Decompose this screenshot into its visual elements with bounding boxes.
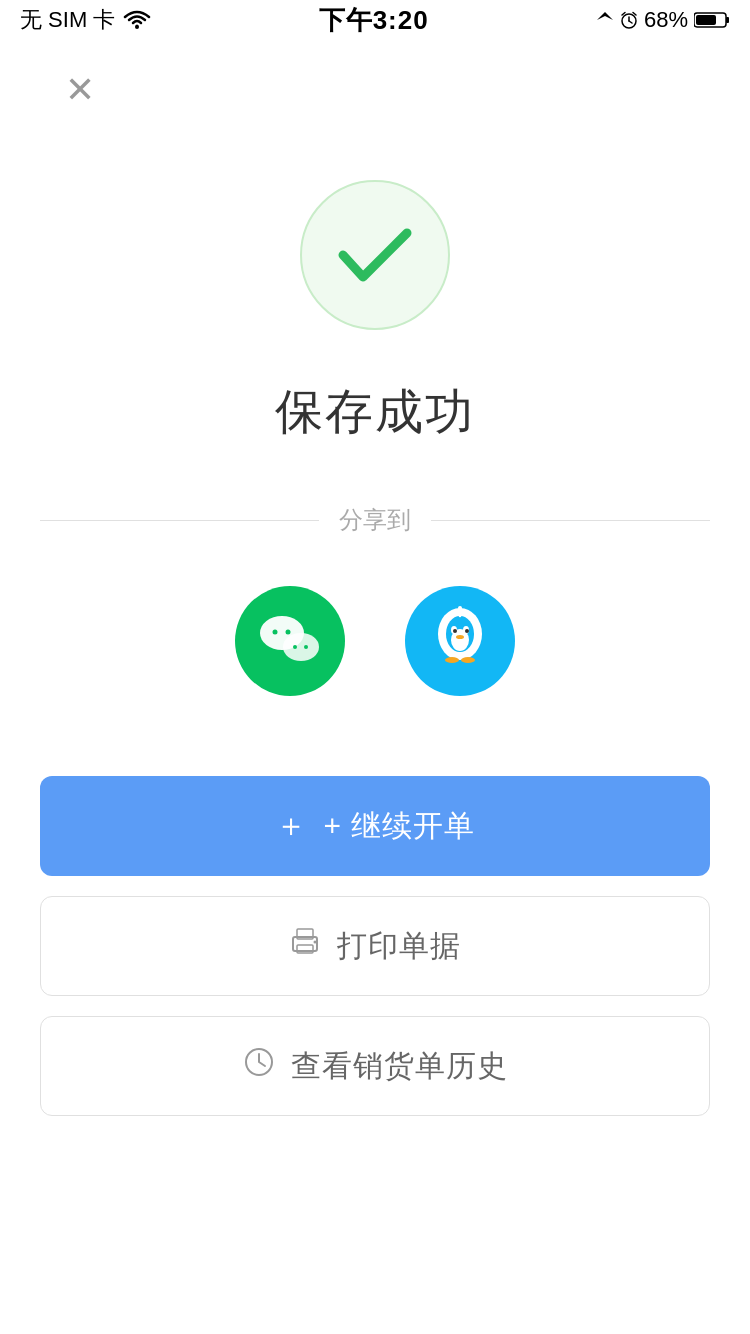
svg-point-20 <box>453 629 457 633</box>
share-label: 分享到 <box>339 504 411 536</box>
svg-line-4 <box>622 13 625 16</box>
svg-line-3 <box>629 21 632 23</box>
svg-point-21 <box>465 629 469 633</box>
svg-rect-7 <box>726 17 729 23</box>
status-right: 68% <box>596 7 730 33</box>
success-icon-container <box>300 180 450 330</box>
print-icon <box>289 927 321 965</box>
svg-point-26 <box>458 606 462 610</box>
divider-line-right <box>431 520 710 521</box>
close-icon: ✕ <box>65 72 95 108</box>
svg-point-14 <box>304 645 308 649</box>
main-content: ✕ 保存成功 分享到 <box>0 40 750 1334</box>
checkmark-icon <box>335 225 415 285</box>
svg-point-0 <box>135 25 139 29</box>
continue-button[interactable]: ＋ + 继续开单 <box>40 776 710 876</box>
battery-icon <box>694 11 730 29</box>
wifi-icon <box>123 10 151 30</box>
history-label: 查看销货单历史 <box>291 1046 508 1087</box>
svg-point-23 <box>445 657 459 663</box>
svg-rect-8 <box>696 15 716 25</box>
close-button[interactable]: ✕ <box>50 60 110 120</box>
share-wechat-button[interactable] <box>235 586 345 696</box>
svg-line-5 <box>633 13 636 16</box>
success-title: 保存成功 <box>275 380 475 444</box>
print-button[interactable]: 打印单据 <box>40 896 710 996</box>
status-left: 无 SIM 卡 <box>20 5 151 35</box>
svg-point-12 <box>286 630 291 635</box>
svg-point-13 <box>293 645 297 649</box>
print-label: 打印单据 <box>337 926 461 967</box>
wechat-icon <box>257 611 323 671</box>
sim-label: 无 SIM 卡 <box>20 5 115 35</box>
status-bar: 无 SIM 卡 下午3:20 68% <box>0 0 750 40</box>
status-time: 下午3:20 <box>319 3 429 38</box>
svg-point-10 <box>283 633 319 661</box>
action-buttons: ＋ + 继续开单 打印单据 查看销货单历 <box>40 776 710 1116</box>
svg-point-24 <box>461 657 475 663</box>
history-button[interactable]: 查看销货单历史 <box>40 1016 710 1116</box>
continue-icon: ＋ <box>275 804 308 848</box>
continue-label: + 继续开单 <box>324 806 476 847</box>
battery-percent: 68% <box>644 7 688 33</box>
svg-point-11 <box>273 630 278 635</box>
history-icon <box>243 1046 275 1086</box>
share-divider: 分享到 <box>40 504 710 536</box>
location-icon <box>596 11 614 29</box>
share-qq-button[interactable] <box>405 586 515 696</box>
share-icons-row <box>235 586 515 696</box>
alarm-icon <box>620 11 638 29</box>
qq-icon <box>430 606 490 676</box>
svg-point-30 <box>314 941 317 944</box>
svg-point-22 <box>456 635 464 639</box>
divider-line-left <box>40 520 319 521</box>
